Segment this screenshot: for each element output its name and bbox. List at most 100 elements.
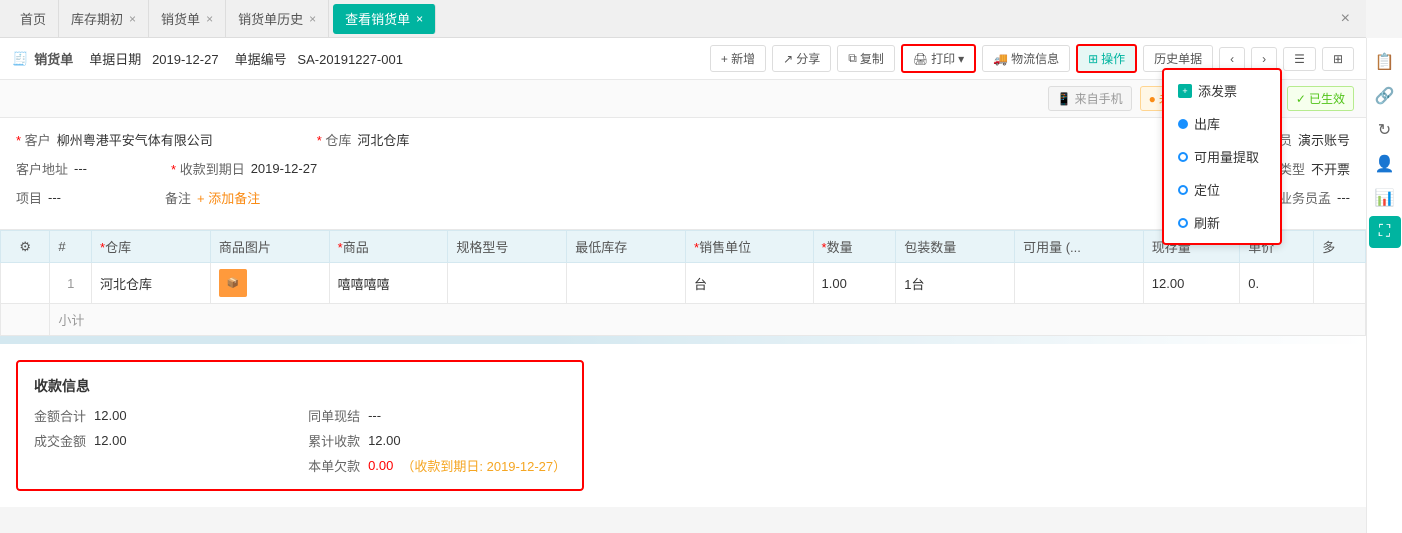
same-order-label: 同单现结 (308, 406, 360, 425)
tab-inventory-close[interactable]: × (129, 12, 136, 26)
from-phone-button[interactable]: 📱 来自手机 (1048, 86, 1132, 111)
th-gear[interactable]: ⚙ (1, 231, 50, 263)
salesman-field: 业务员孟 --- (1270, 188, 1350, 207)
td-quantity: 1.00 (813, 263, 896, 304)
address-field: 客户地址 --- (16, 159, 87, 178)
grid-view-button[interactable]: ⊞ (1322, 47, 1354, 71)
customer-label: 客户 (16, 130, 51, 149)
share-button[interactable]: ↗ 分享 (772, 45, 831, 72)
same-order-row: 同单现结 --- (308, 406, 566, 425)
doc-date-label: 单据日期 2019-12-27 (89, 49, 218, 68)
sidebar-icon-expand[interactable]: ⛶ (1369, 216, 1401, 248)
prev-record-button[interactable]: ‹ (1219, 47, 1245, 71)
window-close-button[interactable]: × (1333, 10, 1358, 28)
tab-sales-close[interactable]: × (206, 12, 213, 26)
warehouse-field: 仓库 河北仓库 (317, 130, 410, 149)
form-row-1: 客户 柳州粤港平安气体有限公司 仓库 河北仓库 业务员 演示账号 (16, 130, 1350, 149)
sidebar-icon-user[interactable]: 👤 (1369, 148, 1401, 180)
total-amount-row: 金额合计 12.00 (34, 406, 292, 425)
sidebar-icon-link[interactable]: 🔗 (1369, 80, 1401, 112)
sidebar-icon-refresh[interactable]: ↻ (1369, 114, 1401, 146)
logistics-button[interactable]: 🚚 物流信息 (982, 45, 1070, 72)
doc-title: 🧾 销货单 (12, 49, 73, 68)
available-pick-label: 可用量提取 (1194, 147, 1259, 166)
operate-dropdown: + 添发票 出库 可用量提取 定位 刷新 (1162, 68, 1282, 245)
dropdown-add-invoice[interactable]: + 添发票 (1164, 74, 1280, 107)
doc-icon: 🧾 (12, 51, 28, 67)
td-more (1314, 263, 1366, 304)
copy-button[interactable]: ⧉ 复制 (837, 45, 895, 72)
ticket-type-value: 不开票 (1311, 159, 1350, 178)
tab-history-close[interactable]: × (309, 12, 316, 26)
th-package-qty: 包装数量 (896, 231, 1015, 263)
payment-title: 收款信息 (34, 376, 566, 396)
th-warehouse: *仓库 (92, 231, 211, 263)
transaction-value: 12.00 (94, 433, 127, 448)
out-warehouse-icon (1178, 119, 1188, 129)
current-due-label: 本单欠款 (308, 456, 360, 475)
list-view-button[interactable]: ☰ (1283, 47, 1316, 71)
tab-view-sales[interactable]: 查看销货单 × (333, 4, 436, 34)
remark-field: 备注 + 添加备注 (165, 188, 260, 207)
doc-number-value: SA-20191227-001 (297, 52, 403, 67)
dropdown-out-warehouse[interactable]: 出库 (1164, 107, 1280, 140)
operate-button[interactable]: ⊞ 操作 (1076, 44, 1137, 73)
total-amount-value: 12.00 (94, 408, 127, 423)
due-row-wrapper: 本单欠款 0.00 （收款到期日: 2019-12-27） (308, 456, 566, 475)
salesman-value: --- (1337, 190, 1350, 205)
current-due-value: 0.00 (368, 458, 393, 473)
td-subtotal-label: 小计 (50, 304, 1366, 336)
td-min-stock (567, 263, 686, 304)
print-dropdown-arrow: ▾ (958, 52, 964, 66)
ticket-icon: ● (1149, 92, 1156, 106)
td-available (1015, 263, 1144, 304)
sidebar-icon-clipboard[interactable]: 📋 (1369, 46, 1401, 78)
tab-inventory-init[interactable]: 库存期初 × (59, 0, 149, 38)
transaction-label: 成交金额 (34, 431, 86, 450)
tab-home-label: 首页 (20, 9, 46, 28)
effective-icon: ✓ (1296, 92, 1306, 106)
tab-sales-history[interactable]: 销货单历史 × (226, 0, 329, 38)
due-date-note: （收款到期日: 2019-12-27） (401, 456, 566, 475)
doc-title-text: 销货单 (34, 49, 73, 68)
new-button[interactable]: + 新增 (710, 45, 766, 72)
form-row-3: 项目 --- 备注 + 添加备注 业务员孟 --- (16, 188, 1350, 207)
add-remark-button[interactable]: + 添加备注 (197, 188, 260, 207)
th-sales-unit: *销售单位 (686, 231, 814, 263)
phone-icon: 📱 (1057, 92, 1072, 106)
next-record-button[interactable]: › (1251, 47, 1277, 71)
tab-view-label: 查看销货单 (345, 9, 410, 28)
tab-sales-order[interactable]: 销货单 × (149, 0, 226, 38)
refresh-label: 刷新 (1194, 213, 1220, 232)
print-button[interactable]: 🖨 打印 ▾ (901, 44, 976, 73)
effective-button[interactable]: ✓ 已生效 (1287, 86, 1354, 111)
tab-sales-label: 销货单 (161, 9, 200, 28)
same-order-value: --- (368, 408, 381, 423)
out-warehouse-label: 出库 (1194, 114, 1220, 133)
cumulative-row: 累计收款 12.00 (308, 431, 566, 450)
tab-view-close[interactable]: × (416, 12, 423, 26)
share-icon: ↗ (783, 52, 793, 66)
table-row: 1 河北仓库 📦 嘻嘻嘻嘻 台 1.00 1台 12.00 0. (1, 263, 1366, 304)
available-pick-icon (1178, 152, 1188, 162)
project-value: --- (48, 190, 61, 205)
dropdown-refresh[interactable]: 刷新 (1164, 206, 1280, 239)
doc-number-label: 单据编号 SA-20191227-001 (235, 49, 403, 68)
tab-bar: 首页 库存期初 × 销货单 × 销货单历史 × 查看销货单 × × (0, 0, 1366, 38)
copy-icon: ⧉ (848, 51, 857, 66)
doc-info: 🧾 销货单 单据日期 2019-12-27 单据编号 SA-20191227-0… (12, 49, 702, 68)
td-current-stock: 12.00 (1143, 263, 1239, 304)
dropdown-locate[interactable]: 定位 (1164, 173, 1280, 206)
product-table: ⚙ # *仓库 商品图片 *商品 规格型号 最低库存 *销售单位 *数量 包装数… (0, 230, 1366, 336)
add-invoice-icon: + (1178, 84, 1192, 98)
dropdown-available-pick[interactable]: 可用量提取 (1164, 140, 1280, 173)
warehouse-label: 仓库 (317, 130, 352, 149)
sidebar-icon-chart[interactable]: 📊 (1369, 182, 1401, 214)
td-unit-price: 0. (1240, 263, 1314, 304)
tab-home[interactable]: 首页 (8, 0, 59, 38)
remark-label: 备注 (165, 188, 191, 207)
td-num: 1 (50, 263, 92, 304)
warehouse-value: 河北仓库 (357, 130, 409, 149)
doc-meta: 单据日期 2019-12-27 单据编号 SA-20191227-001 (89, 49, 403, 68)
cumulative-value: 12.00 (368, 433, 401, 448)
